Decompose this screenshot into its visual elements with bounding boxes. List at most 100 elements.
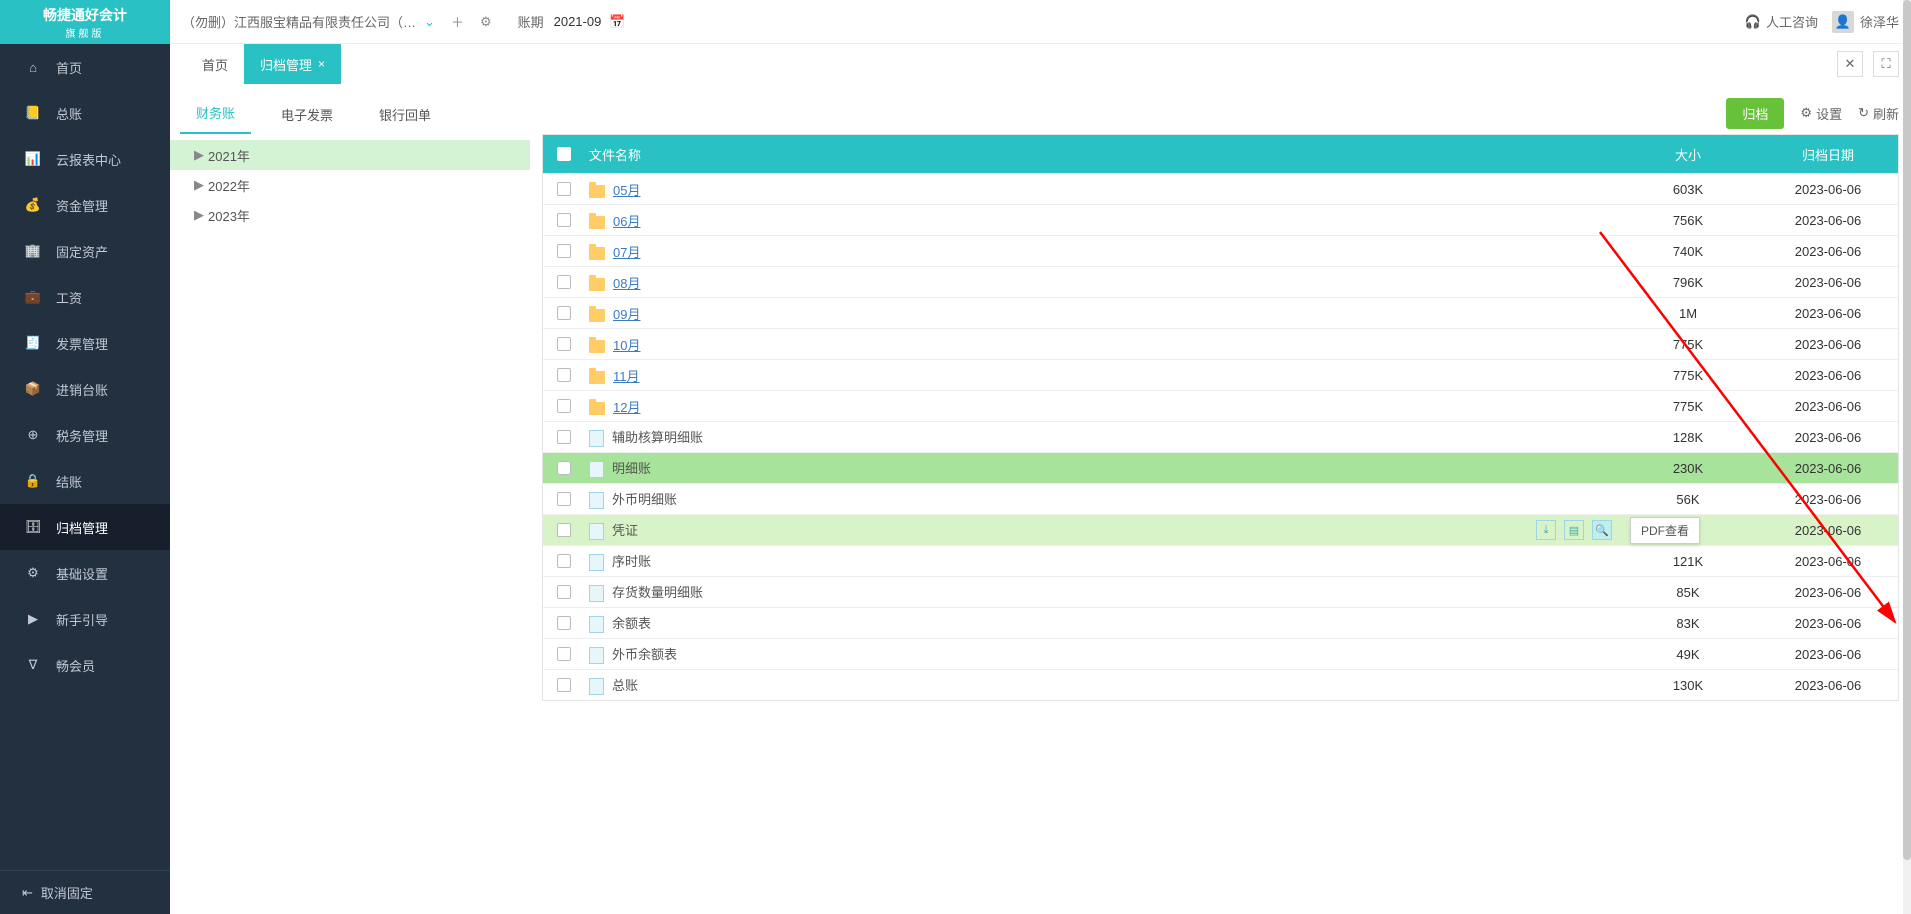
table-row[interactable]: 明细账230K2023-06-06 xyxy=(543,452,1898,483)
table-row[interactable]: 12月775K2023-06-06 xyxy=(543,390,1898,421)
row-name[interactable]: 07月 xyxy=(613,245,640,260)
subtab-1[interactable]: 电子发票 xyxy=(265,95,349,134)
row-date: 2023-06-06 xyxy=(1758,492,1898,507)
sidebar-label: 发票管理 xyxy=(56,334,108,353)
sidebar-unpin[interactable]: ⇤ 取消固定 xyxy=(0,870,170,914)
row-checkbox[interactable] xyxy=(557,554,571,568)
tab-1[interactable]: 归档管理× xyxy=(244,44,341,84)
chevron-down-icon[interactable]: ⌄ xyxy=(424,14,435,30)
row-checkbox[interactable] xyxy=(557,213,571,227)
row-name[interactable]: 06月 xyxy=(613,214,640,229)
row-checkbox[interactable] xyxy=(557,523,571,537)
refresh-button[interactable]: ↻ 刷新 xyxy=(1858,104,1899,123)
table-row[interactable]: 10月775K2023-06-06 xyxy=(543,328,1898,359)
sidebar-icon: 🏢 xyxy=(24,243,42,259)
table-row[interactable]: 05月603K2023-06-06 xyxy=(543,173,1898,204)
row-checkbox[interactable] xyxy=(557,368,571,382)
row-checkbox[interactable] xyxy=(557,678,571,692)
file-icon xyxy=(589,554,604,571)
help-button[interactable]: 🎧 人工咨询 xyxy=(1745,12,1818,31)
settings-label: 设置 xyxy=(1816,104,1842,123)
table-row[interactable]: 06月756K2023-06-06 xyxy=(543,204,1898,235)
add-icon[interactable]: ＋ xyxy=(451,12,464,31)
row-name[interactable]: 05月 xyxy=(613,183,640,198)
row-checkbox[interactable] xyxy=(557,337,571,351)
table-row[interactable]: 外币余额表49K2023-06-06 xyxy=(543,638,1898,669)
row-name[interactable]: 09月 xyxy=(613,307,640,322)
table-row[interactable]: 07月740K2023-06-06 xyxy=(543,235,1898,266)
pdf-view-icon[interactable]: 🔍 xyxy=(1592,520,1612,540)
row-checkbox[interactable] xyxy=(557,430,571,444)
subtab-0[interactable]: 财务账 xyxy=(180,93,251,134)
pdf-icon[interactable]: ▤ xyxy=(1564,520,1584,540)
company-selector[interactable]: （勿删）江西服宝精品有限责任公司（… xyxy=(182,12,416,31)
close-tab-button[interactable]: ✕ xyxy=(1837,51,1863,77)
gear-icon[interactable]: ⚙ xyxy=(480,14,492,30)
tab-0[interactable]: 首页 xyxy=(186,44,244,84)
sidebar-item-9[interactable]: 🔒结账 xyxy=(0,458,170,504)
sidebar-item-7[interactable]: 📦进销台账 xyxy=(0,366,170,412)
sidebar-item-8[interactable]: ⊕税务管理 xyxy=(0,412,170,458)
row-name[interactable]: 12月 xyxy=(613,400,640,415)
table-row[interactable]: 存货数量明细账85K2023-06-06 xyxy=(543,576,1898,607)
row-checkbox[interactable] xyxy=(557,306,571,320)
sidebar-item-0[interactable]: ⌂首页 xyxy=(0,44,170,90)
table-row[interactable]: 余额表83K2023-06-06 xyxy=(543,607,1898,638)
row-checkbox[interactable] xyxy=(557,275,571,289)
sidebar-item-13[interactable]: ∇畅会员 xyxy=(0,642,170,688)
table-row[interactable]: 08月796K2023-06-06 xyxy=(543,266,1898,297)
row-size: 130K xyxy=(1618,678,1758,693)
row-checkbox[interactable] xyxy=(557,182,571,196)
sidebar-item-4[interactable]: 🏢固定资产 xyxy=(0,228,170,274)
row-checkbox[interactable] xyxy=(557,461,571,475)
year-2023年[interactable]: ▶2023年 xyxy=(170,200,530,230)
table-row[interactable]: 11月775K2023-06-06 xyxy=(543,359,1898,390)
row-name: 存货数量明细账 xyxy=(612,585,703,600)
page-tabs: 首页归档管理× ✕ ⛶ xyxy=(170,44,1911,84)
row-checkbox[interactable] xyxy=(557,492,571,506)
archive-button[interactable]: 归档 xyxy=(1726,98,1784,129)
sidebar-item-11[interactable]: ⚙基础设置 xyxy=(0,550,170,596)
row-checkbox[interactable] xyxy=(557,616,571,630)
table-row[interactable]: 总账130K2023-06-06 xyxy=(543,669,1898,700)
row-name[interactable]: 11月 xyxy=(613,369,640,384)
year-2022年[interactable]: ▶2022年 xyxy=(170,170,530,200)
row-checkbox[interactable] xyxy=(557,585,571,599)
row-name[interactable]: 10月 xyxy=(613,338,640,353)
table-row[interactable]: 外币明细账56K2023-06-06 xyxy=(543,483,1898,514)
calendar-icon[interactable]: 📅 xyxy=(609,14,625,30)
sidebar-item-3[interactable]: 💰资金管理 xyxy=(0,182,170,228)
row-checkbox[interactable] xyxy=(557,647,571,661)
fullscreen-button[interactable]: ⛶ xyxy=(1873,51,1899,77)
table-row[interactable]: 序时账121K2023-06-06 xyxy=(543,545,1898,576)
sidebar-item-2[interactable]: 📊云报表中心 xyxy=(0,136,170,182)
sidebar-item-5[interactable]: 💼工资 xyxy=(0,274,170,320)
sidebar-icon: 🧾 xyxy=(24,335,42,351)
folder-icon xyxy=(589,309,605,322)
close-icon[interactable]: × xyxy=(318,57,325,71)
right-panel: 归档 ⚙ 设置 ↻ 刷新 文件名称 大小 归档日期 xyxy=(530,92,1911,914)
sidebar-item-6[interactable]: 🧾 发票管理 xyxy=(0,320,170,366)
sidebar-item-10[interactable]: 🗄归档管理 xyxy=(0,504,170,550)
year-2021年[interactable]: ▶2021年 xyxy=(170,140,530,170)
sidebar-item-12[interactable]: ▶新手引导 xyxy=(0,596,170,642)
table-row[interactable]: 辅助核算明细账128K2023-06-06 xyxy=(543,421,1898,452)
row-name[interactable]: 08月 xyxy=(613,276,640,291)
settings-button[interactable]: ⚙ 设置 xyxy=(1800,104,1842,123)
row-size: 775K xyxy=(1618,399,1758,414)
select-all-checkbox[interactable] xyxy=(557,147,571,161)
year-label: 2023年 xyxy=(208,206,250,225)
row-checkbox[interactable] xyxy=(557,399,571,413)
row-name: 总账 xyxy=(612,678,638,693)
scrollbar[interactable] xyxy=(1903,0,1911,914)
subtab-2[interactable]: 银行回单 xyxy=(363,95,447,134)
download-icon[interactable]: ⤓ xyxy=(1536,520,1556,540)
table-row[interactable]: 凭证33K2023-06-06⤓▤🔍PDF查看 xyxy=(543,514,1898,545)
table-row[interactable]: 09月1M2023-06-06 xyxy=(543,297,1898,328)
row-checkbox[interactable] xyxy=(557,244,571,258)
sidebar-icon: 📒 xyxy=(24,105,42,121)
triangle-right-icon: ▶ xyxy=(194,147,208,163)
sidebar-item-1[interactable]: 📒总账 xyxy=(0,90,170,136)
user-menu[interactable]: 👤 徐泽华 xyxy=(1832,11,1899,33)
period-value[interactable]: 2021-09 xyxy=(554,14,602,29)
